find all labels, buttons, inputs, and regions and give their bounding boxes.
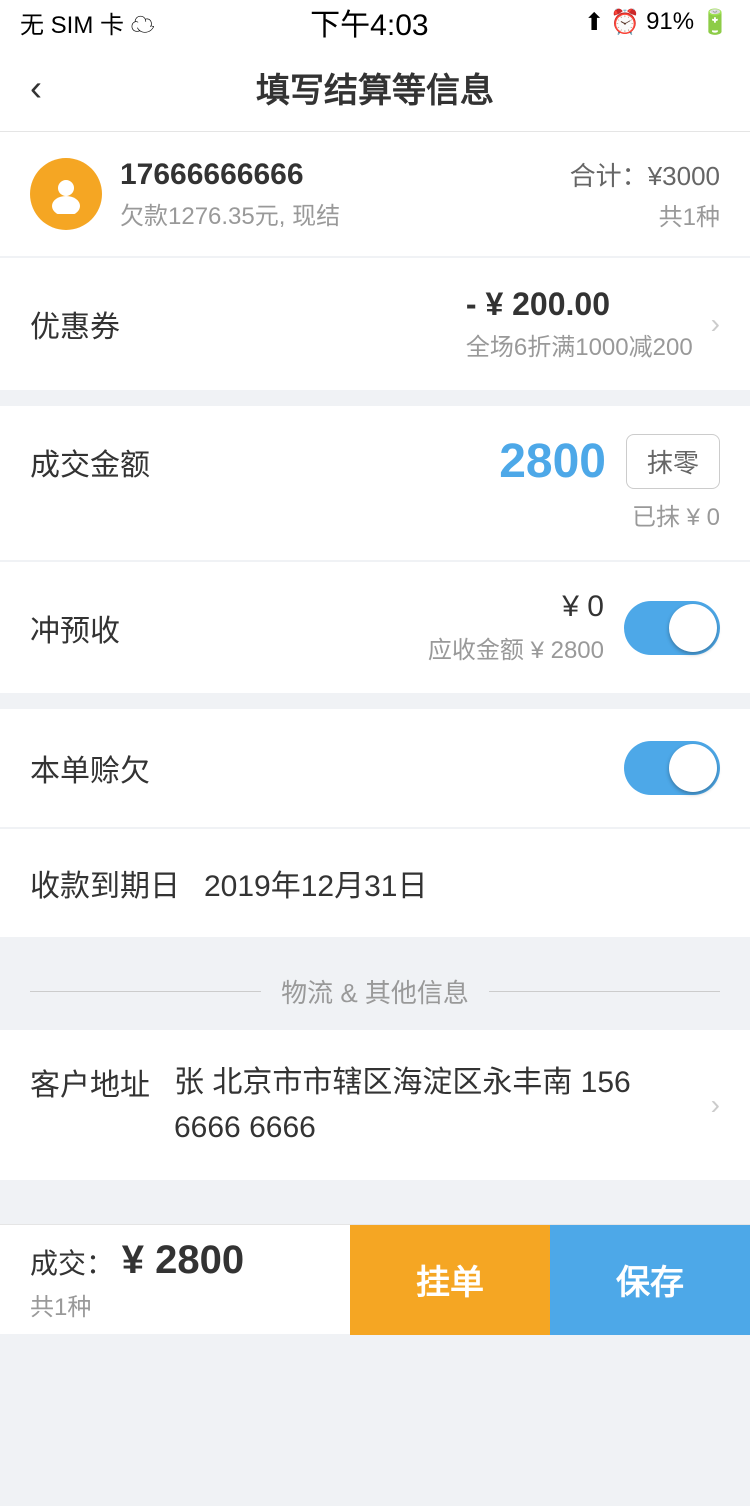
prepay-amount: ¥ 0 (428, 590, 604, 624)
debt-toggle[interactable] (624, 741, 720, 795)
prepay-sub: 应收金额 ¥ 2800 (428, 630, 604, 665)
coupon-chevron-icon: › (711, 308, 720, 340)
customer-sub: 欠款1276.35元, 现结 (120, 196, 340, 231)
divider-line-left (30, 991, 261, 992)
sim-status: 无 SIM 卡 ☁ (20, 5, 155, 40)
address-chevron-icon: › (711, 1089, 720, 1121)
duedate-label: 收款到期日 (30, 861, 180, 905)
save-button[interactable]: 保存 (550, 1225, 750, 1335)
debt-section: 本单赊欠 (0, 709, 750, 827)
battery-icon: 🔋 (700, 8, 730, 37)
bottom-amount: ¥ 2800 (122, 1238, 244, 1282)
prepay-section: 冲预收 ¥ 0 应收金额 ¥ 2800 (0, 562, 750, 693)
page-title: 填写结算等信息 (256, 63, 494, 112)
coupon-right: - ¥ 200.00 全场6折满1000减200 › (466, 286, 720, 362)
bottom-spacer (0, 1396, 750, 1506)
total-count: 共1种 (570, 197, 720, 232)
status-bar: 无 SIM 卡 ☁ 下午4:03 ⬆ ⏰ 91% 🔋 (0, 0, 750, 44)
bottom-count: 共1种 (30, 1287, 320, 1322)
prepay-right: ¥ 0 应收金额 ¥ 2800 (428, 590, 720, 665)
duedate-value: 2019年12月31日 (204, 861, 427, 905)
prepay-toggle[interactable] (624, 601, 720, 655)
duedate-section: 收款到期日 2019年12月31日 (0, 829, 750, 937)
amount-label: 成交金额 (30, 440, 150, 484)
coupon-desc: 全场6折满1000减200 (466, 327, 693, 362)
total-label: 合计：¥3000 (570, 156, 720, 193)
coupon-discount: - ¥ 200.00 (466, 286, 693, 323)
bottom-deal-label: 成交： (30, 1248, 114, 1279)
coupon-label: 优惠券 (30, 302, 120, 346)
address-value: 张 北京市市辖区海淀区永丰南 156 6666 6666 (174, 1060, 703, 1150)
customer-phone: 17666666666 (120, 158, 340, 192)
customer-section: 17666666666 欠款1276.35元, 现结 合计：¥3000 共1种 (0, 132, 750, 256)
customer-left: 17666666666 欠款1276.35元, 现结 (30, 158, 340, 231)
address-section[interactable]: 客户地址 张 北京市市辖区海淀区永丰南 156 6666 6666 › (0, 1030, 750, 1180)
address-label: 客户地址 (30, 1060, 150, 1104)
duedate-row: 收款到期日 2019年12月31日 (30, 861, 720, 905)
logistics-divider: 物流 & 其他信息 (0, 953, 750, 1030)
address-left: 客户地址 张 北京市市辖区海淀区永丰南 156 6666 6666 (30, 1060, 703, 1150)
prepay-values: ¥ 0 应收金额 ¥ 2800 (428, 590, 604, 665)
coupon-info: - ¥ 200.00 全场6折满1000减200 (466, 286, 693, 362)
location-icon: ⬆ (584, 8, 604, 37)
amount-right: 2800 抹零 (499, 434, 720, 489)
alarm-icon: ⏰ (610, 8, 640, 37)
status-left: 无 SIM 卡 ☁ (20, 5, 155, 40)
round-button[interactable]: 抹零 (626, 434, 720, 489)
avatar (30, 158, 102, 230)
amount-row: 成交金额 2800 抹零 (30, 434, 720, 489)
battery-level: 91% (646, 8, 694, 36)
status-right: ⬆ ⏰ 91% 🔋 (584, 8, 730, 37)
back-button[interactable]: ‹ (30, 67, 42, 109)
status-time: 下午4:03 (310, 0, 428, 44)
coupon-section[interactable]: 优惠券 - ¥ 200.00 全场6折满1000减200 › (0, 258, 750, 390)
amount-value: 2800 (499, 434, 606, 489)
amount-section: 成交金额 2800 抹零 已抹 ¥ 0 (0, 406, 750, 560)
amount-sub: 已抹 ¥ 0 (30, 497, 720, 532)
bottom-summary: 成交： ¥ 2800 共1种 (0, 1238, 350, 1322)
customer-right: 合计：¥3000 共1种 (570, 156, 720, 232)
toggle-thumb (669, 604, 717, 652)
prepay-label: 冲预收 (30, 606, 120, 650)
hang-button[interactable]: 挂单 (350, 1225, 550, 1335)
bottom-deal-row: 成交： ¥ 2800 (30, 1238, 320, 1283)
customer-info: 17666666666 欠款1276.35元, 现结 (120, 158, 340, 231)
nav-bar: ‹ 填写结算等信息 (0, 44, 750, 132)
divider-line-right (489, 991, 720, 992)
logistics-label: 物流 & 其他信息 (261, 973, 489, 1010)
bottom-bar: 成交： ¥ 2800 共1种 挂单 保存 (0, 1224, 750, 1334)
debt-label: 本单赊欠 (30, 746, 150, 790)
debt-toggle-thumb (669, 744, 717, 792)
